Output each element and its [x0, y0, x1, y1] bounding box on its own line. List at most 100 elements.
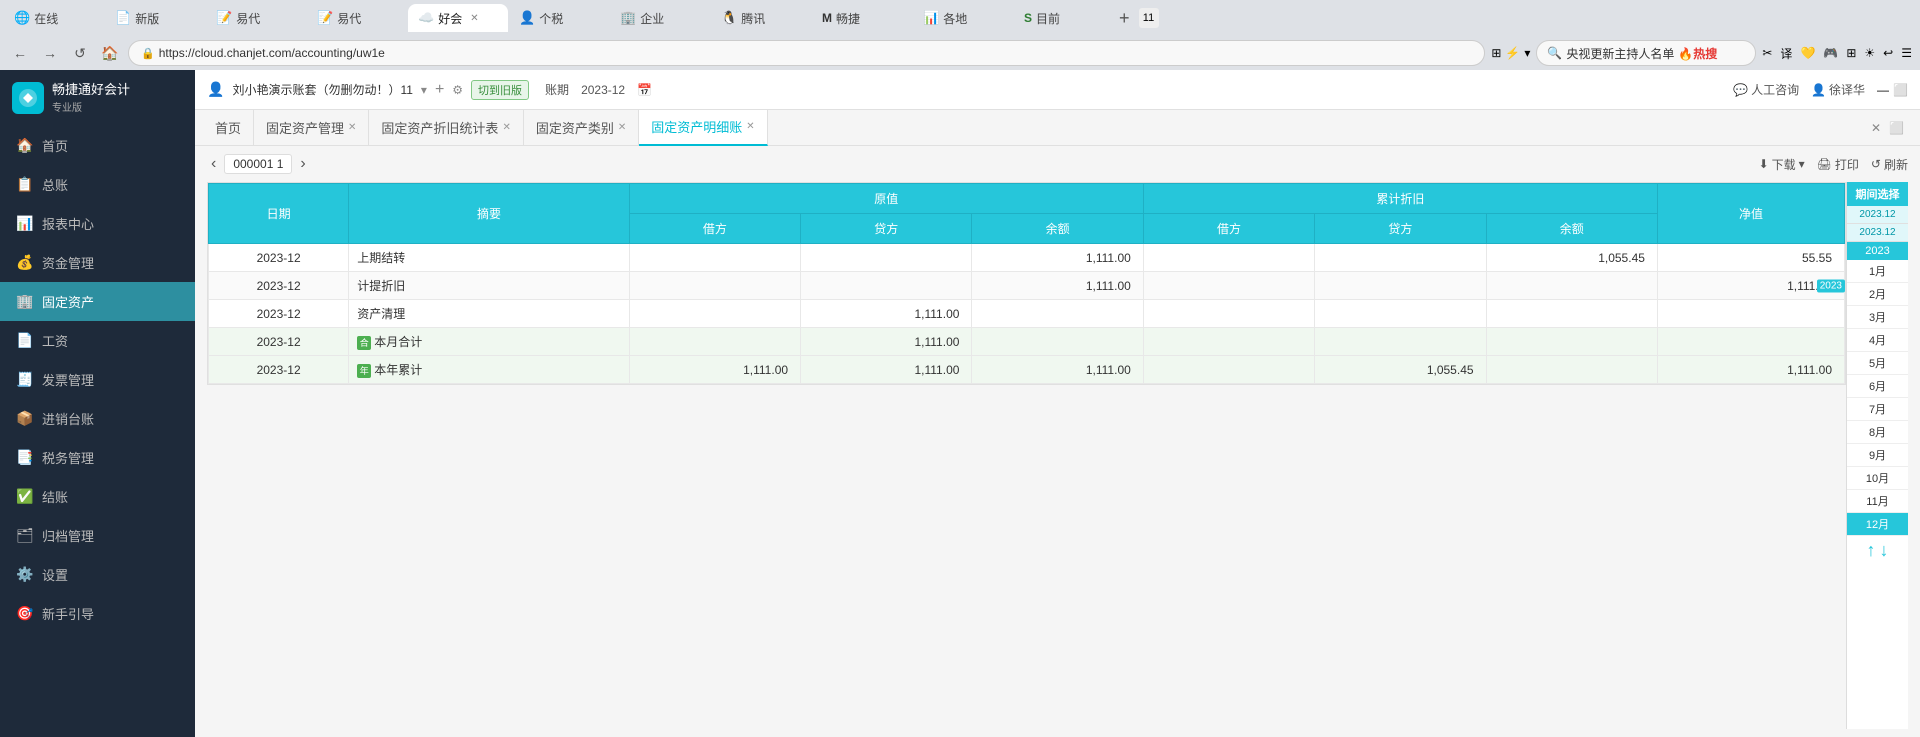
browser-tab-geshui[interactable]: 👤 个税	[509, 4, 609, 32]
browser-tab-tencent[interactable]: 🐧 腾讯	[711, 4, 811, 32]
browser-tab-yidai2[interactable]: 📝 易代	[307, 4, 407, 32]
sidebar-item-invoice[interactable]: 🧾 发票管理	[0, 360, 195, 399]
period-month-9[interactable]: 9月	[1847, 444, 1908, 467]
reload-button[interactable]: ↺	[68, 41, 92, 65]
download-button[interactable]: ⬇ 下载 ▾	[1759, 156, 1805, 173]
tab-count-badge[interactable]: 11	[1139, 8, 1159, 28]
tab-depreciation[interactable]: 固定资产折旧统计表 ✕	[369, 110, 523, 146]
home-nav-button[interactable]: 🏠	[98, 41, 122, 65]
period-month-7[interactable]: 7月	[1847, 398, 1908, 421]
cell-date: 2023-12	[209, 328, 349, 356]
page-prev-button[interactable]: ‹	[207, 155, 220, 173]
sidebar-label-stock: 进销台账	[42, 409, 94, 428]
browser-tab-muqian[interactable]: S 目前	[1014, 4, 1114, 32]
browser-tab-haohui[interactable]: ☁️ 好会 ✕	[408, 4, 508, 32]
tab-close-icon[interactable]: ✕	[470, 13, 478, 24]
menu-icon[interactable]: ☰	[1901, 46, 1912, 60]
period-month-1[interactable]: 1月	[1847, 260, 1908, 283]
switch-version-button[interactable]: 切到旧版	[471, 80, 529, 100]
back-button[interactable]: ←	[8, 41, 32, 65]
sidebar-item-reports[interactable]: 📊 报表中心	[0, 204, 195, 243]
year-badge[interactable]: 2023	[1817, 279, 1845, 292]
maximize-icon[interactable]: ⬜	[1893, 83, 1908, 97]
browser-tab-changjie[interactable]: M 畅捷	[812, 4, 912, 32]
new-tab-button[interactable]: +	[1119, 8, 1130, 29]
tab-close-all-icon[interactable]: ✕	[1871, 121, 1881, 135]
period-month-11[interactable]: 11月	[1847, 490, 1908, 513]
sidebar-item-ledger[interactable]: 📋 总账	[0, 165, 195, 204]
user-profile-button[interactable]: 👤 徐译华	[1811, 81, 1865, 98]
tab-close-depreciation[interactable]: ✕	[502, 122, 510, 133]
page-number[interactable]: 000001 1	[224, 154, 292, 174]
print-icon: 🖨	[1817, 157, 1832, 171]
sidebar-item-home[interactable]: 🏠 首页	[0, 126, 195, 165]
add-account-icon[interactable]: +	[435, 81, 444, 99]
tab-detail-label: 固定资产明细账	[651, 117, 742, 136]
browser-tab-gedi[interactable]: 📊 各地	[913, 4, 1013, 32]
period-month-12[interactable]: 12月	[1847, 513, 1908, 536]
browser-tab-yidai1[interactable]: 📝 易代	[206, 4, 306, 32]
th-orig-balance: 余额	[972, 214, 1143, 244]
refresh-button[interactable]: ↺ 刷新	[1871, 156, 1908, 173]
period-month-6[interactable]: 6月	[1847, 375, 1908, 398]
sidebar-item-funds[interactable]: 💰 资金管理	[0, 243, 195, 282]
translate-icon[interactable]: 译	[1780, 45, 1792, 62]
year-summary-icon: 年	[357, 364, 371, 378]
browser-tab-new[interactable]: 📄 新版	[105, 4, 205, 32]
sidebar-item-closing[interactable]: ✅ 结账	[0, 477, 195, 516]
scroll-down-icon[interactable]: ↓	[1880, 540, 1889, 561]
tab-fixed-assets[interactable]: 固定资产管理 ✕	[254, 110, 369, 146]
brightness-icon[interactable]: ☀	[1864, 46, 1875, 60]
sidebar-item-archive[interactable]: 🗂 归档管理	[0, 516, 195, 555]
app-container: 畅捷通好会计 专业版 🏠 首页 📋 总账 📊 报表中心 💰 资金管理 �	[0, 70, 1920, 737]
sidebar-item-guide[interactable]: 🎯 新手引导	[0, 594, 195, 633]
th-orig-credit: 贷方	[801, 214, 972, 244]
period-month-8[interactable]: 8月	[1847, 421, 1908, 444]
tab-close-fixed-assets[interactable]: ✕	[348, 122, 356, 133]
search-box[interactable]: 🔍 央视更新主持人名单 🔥热搜	[1536, 40, 1756, 66]
browser-tab-online[interactable]: 🌐 在线	[4, 4, 104, 32]
url-input[interactable]: 🔒 https://cloud.chanjet.com/accounting/u…	[128, 40, 1485, 66]
sidebar-item-stock[interactable]: 📦 进销台账	[0, 399, 195, 438]
forward-button[interactable]: →	[38, 41, 62, 65]
grid-icon[interactable]: ⊞	[1846, 46, 1856, 60]
cell-net-value: 55.55	[1657, 244, 1844, 272]
sidebar-item-fixed-assets[interactable]: 🏢 固定资产	[0, 282, 195, 321]
sidebar-item-payroll[interactable]: 📄 工资	[0, 321, 195, 360]
lightning-icon[interactable]: ⚡	[1505, 46, 1520, 60]
period-month-5[interactable]: 5月	[1847, 352, 1908, 375]
dropdown-icon[interactable]: ▾	[1524, 46, 1530, 60]
browser-tab-qiye[interactable]: 🏢 企业	[610, 4, 710, 32]
game-icon[interactable]: 🎮	[1823, 46, 1838, 60]
tab-category[interactable]: 固定资产类别 ✕	[524, 110, 639, 146]
period-month-4[interactable]: 4月	[1847, 329, 1908, 352]
sidebar-item-tax[interactable]: 📑 税务管理	[0, 438, 195, 477]
period-month-3[interactable]: 3月	[1847, 306, 1908, 329]
table-row: 2023-12 资产清理 1,111.00	[209, 300, 1845, 328]
sidebar-item-settings[interactable]: ⚙️ 设置	[0, 555, 195, 594]
help-button[interactable]: 💬 人工咨询	[1733, 81, 1799, 98]
download-icon: ⬇	[1759, 157, 1769, 171]
calendar-icon[interactable]: 📅	[637, 83, 652, 97]
tab-close-detail[interactable]: ✕	[746, 121, 754, 132]
tab-detail[interactable]: 固定资产明细账 ✕	[639, 110, 767, 146]
wallet-icon[interactable]: 💛	[1800, 46, 1815, 60]
dropdown-arrow-icon[interactable]: ▾	[421, 83, 427, 97]
history-icon[interactable]: ↩	[1883, 46, 1893, 60]
scroll-up-icon[interactable]: ↑	[1867, 540, 1876, 561]
lock-icon: 🔒	[141, 47, 155, 60]
tab-home[interactable]: 首页	[203, 110, 254, 146]
minimize-icon[interactable]: —	[1877, 83, 1889, 97]
print-button[interactable]: 🖨 打印	[1817, 156, 1859, 173]
refresh-icon: ↺	[1871, 157, 1881, 171]
scissors-icon[interactable]: ✂	[1762, 46, 1772, 60]
page-next-button[interactable]: ›	[296, 155, 309, 173]
settings-small-icon[interactable]: ⚙	[452, 83, 463, 97]
url-text: https://cloud.chanjet.com/accounting/uw1…	[159, 46, 385, 60]
period-month-10[interactable]: 10月	[1847, 467, 1908, 490]
period-month-2[interactable]: 2月	[1847, 283, 1908, 306]
download-label: 下载	[1772, 156, 1796, 173]
tab-close-category[interactable]: ✕	[618, 122, 626, 133]
extensions-icon[interactable]: ⊞	[1491, 46, 1501, 60]
tab-expand-icon[interactable]: ⬜	[1889, 121, 1904, 135]
